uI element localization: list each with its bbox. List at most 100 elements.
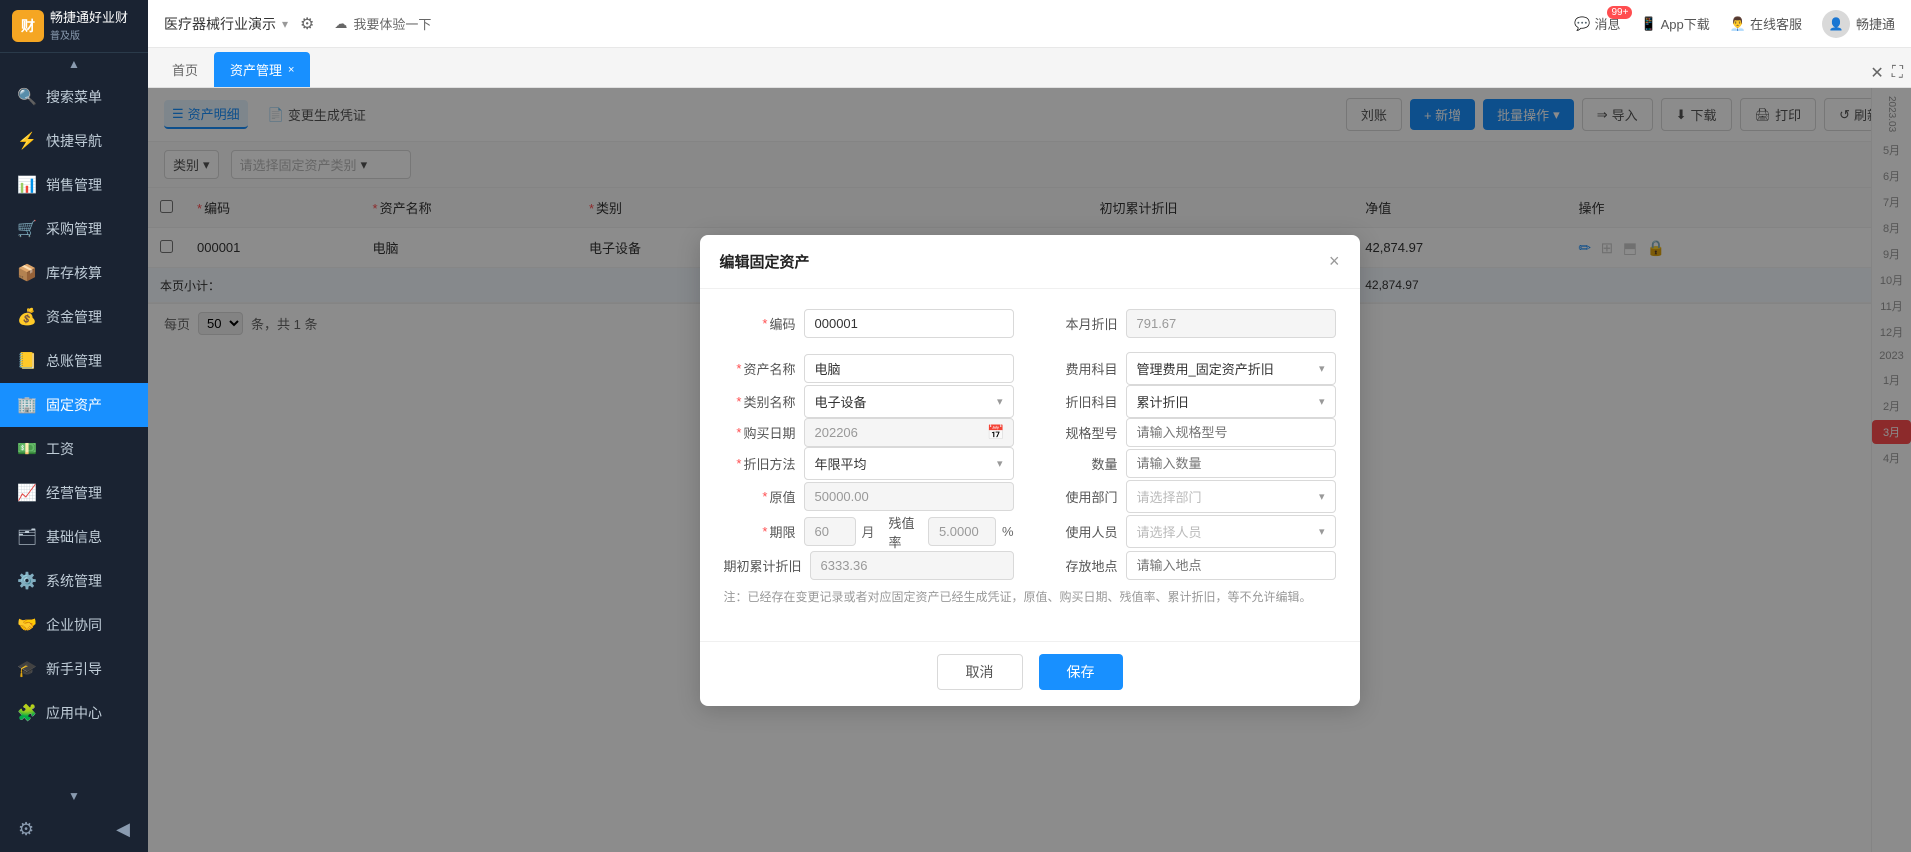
purchase-date-control: 📅 (804, 418, 1014, 447)
sidebar-item-payroll[interactable]: 💵 工资 (0, 427, 148, 471)
topbar-dropdown-arrow[interactable]: ▾ (282, 17, 288, 31)
chevron-down-icon: ▾ (1319, 525, 1325, 538)
sidebar-item-general[interactable]: 📒 总账管理 (0, 339, 148, 383)
sidebar-item-fixed-assets[interactable]: 🏢 固定资产 (0, 383, 148, 427)
purchase-icon: 🛒 (18, 220, 36, 238)
storage-location-input[interactable] (1126, 551, 1336, 580)
sidebar-item-enterprise[interactable]: 🤝 企业协同 (0, 603, 148, 647)
app-center-icon: 🧩 (18, 704, 36, 722)
modal-close-button[interactable]: × (1329, 251, 1340, 272)
tab-asset-management[interactable]: 资产管理 × (214, 52, 310, 87)
online-service-button[interactable]: 👨‍💼 在线客服 (1730, 14, 1802, 33)
chevron-down-icon: ▾ (1319, 362, 1325, 375)
expand-window-icon[interactable]: ⛶ (1892, 64, 1903, 82)
code-label: * 编码 (724, 314, 796, 333)
residual-rate-label: 残值率 (889, 513, 922, 551)
sidebar-scroll-up[interactable]: ▲ (0, 53, 148, 75)
asset-name-input[interactable] (804, 354, 1014, 383)
initial-dep-input[interactable] (810, 551, 1014, 580)
sidebar-item-label: 企业协同 (46, 615, 102, 635)
month-dep-input[interactable] (1126, 309, 1336, 338)
form-item-initial-dep: 期初累计折旧 (724, 551, 1014, 580)
collapse-icon[interactable]: ◀ (116, 819, 130, 840)
initial-dep-control (810, 551, 1014, 580)
dep-account-label: 折旧科目 (1046, 392, 1118, 411)
quantity-input[interactable] (1126, 449, 1336, 478)
form-item-month-dep: 本月折旧 (1046, 309, 1336, 338)
period-unit: 月 (862, 522, 875, 541)
close-window-icon[interactable]: ✕ (1870, 63, 1883, 83)
month-dep-control (1126, 309, 1336, 338)
spec-input[interactable] (1126, 418, 1336, 447)
sidebar-item-label: 系统管理 (46, 571, 102, 591)
modal-title: 编辑固定资产 (720, 251, 810, 272)
sidebar-item-search[interactable]: 🔍 搜索菜单 (0, 75, 148, 119)
sidebar-item-label: 工资 (46, 439, 74, 459)
expense-account-control: 管理费用_固定资产折旧 ▾ (1126, 352, 1336, 385)
sidebar-item-sales[interactable]: 📊 销售管理 (0, 163, 148, 207)
sidebar-item-label: 采购管理 (46, 219, 102, 239)
sidebar-item-finance[interactable]: 💰 资金管理 (0, 295, 148, 339)
asset-name-label: * 资产名称 (724, 359, 796, 378)
sidebar-item-purchase[interactable]: 🛒 采购管理 (0, 207, 148, 251)
sidebar-item-basic-info[interactable]: 🗂 基础信息 (0, 515, 148, 559)
chevron-down-icon: ▾ (997, 395, 1003, 408)
sidebar-nav: 🔍 搜索菜单 ⚡ 快捷导航 📊 销售管理 🛒 采购管理 📦 库存核算 💰 资金管… (0, 75, 148, 785)
category-label: * 类别名称 (724, 392, 796, 411)
dep-method-control: 年限平均 ▾ (804, 447, 1014, 480)
expense-account-select[interactable]: 管理费用_固定资产折旧 ▾ (1126, 352, 1336, 385)
spec-control (1126, 418, 1336, 447)
form-item-department: 使用部门 请选择部门 ▾ (1046, 480, 1336, 513)
form-item-code: * 编码 (724, 309, 1014, 338)
sidebar-item-label: 快捷导航 (46, 131, 102, 151)
sidebar-item-inventory[interactable]: 📦 库存核算 (0, 251, 148, 295)
topbar-gear-icon[interactable]: ⚙ (300, 14, 314, 34)
app-download-button[interactable]: 📱 App下载 (1640, 14, 1709, 33)
form-item-original-value: * 原值 (724, 480, 1014, 513)
residual-rate-unit: % (1002, 524, 1014, 539)
period-input[interactable] (804, 517, 856, 546)
user-profile[interactable]: 👤 畅捷通 (1822, 10, 1895, 38)
download-icon: 📱 (1640, 16, 1656, 32)
sidebar: 财 畅捷通好业财 普及版 ▲ 🔍 搜索菜单 ⚡ 快捷导航 📊 销售管理 🛒 采购… (0, 0, 148, 852)
sidebar-settings[interactable]: ⚙ ◀ (0, 807, 148, 852)
department-control: 请选择部门 ▾ (1126, 480, 1336, 513)
initial-dep-label: 期初累计折旧 (724, 556, 802, 575)
tab-close-icon[interactable]: × (288, 64, 294, 76)
personnel-select[interactable]: 请选择人员 ▾ (1126, 515, 1336, 548)
sidebar-item-quick-nav[interactable]: ⚡ 快捷导航 (0, 119, 148, 163)
modal-note: 注：已经存在变更记录或者对应固定资产已经生成凭证，原值、购买日期、残值率、累计折… (724, 588, 1336, 605)
original-value-input[interactable] (804, 482, 1014, 511)
sidebar-item-app-center[interactable]: 🧩 应用中心 (0, 691, 148, 735)
purchase-date-input[interactable] (805, 419, 980, 446)
chevron-down-icon: ▾ (1319, 395, 1325, 408)
fixed-assets-icon: 🏢 (18, 396, 36, 414)
save-button[interactable]: 保存 (1039, 654, 1123, 690)
message-button[interactable]: 💬 消息 99+ (1574, 14, 1620, 33)
department-select[interactable]: 请选择部门 ▾ (1126, 480, 1336, 513)
dep-account-select[interactable]: 累计折旧 ▾ (1126, 385, 1336, 418)
dep-method-select[interactable]: 年限平均 ▾ (804, 447, 1014, 480)
personnel-control: 请选择人员 ▾ (1126, 515, 1336, 548)
topbar-app-title: 医疗器械行业演示 (164, 14, 276, 34)
code-control (804, 309, 1014, 338)
category-control: 电子设备 ▾ (804, 385, 1014, 418)
sidebar-item-guide[interactable]: 🎓 新手引导 (0, 647, 148, 691)
calendar-icon[interactable]: 📅 (979, 424, 1012, 441)
residual-rate-input[interactable] (928, 517, 996, 546)
code-input[interactable] (804, 309, 1014, 338)
category-select-input[interactable]: 电子设备 ▾ (804, 385, 1014, 418)
main-area: 医疗器械行业演示 ▾ ⚙ ☁ 我要体验一下 💬 消息 99+ 📱 App下载 👨… (148, 0, 1911, 852)
sidebar-item-system[interactable]: ⚙️ 系统管理 (0, 559, 148, 603)
sidebar-scroll-down[interactable]: ▼ (0, 785, 148, 807)
sidebar-item-operations[interactable]: 📈 经营管理 (0, 471, 148, 515)
cancel-button[interactable]: 取消 (937, 654, 1023, 690)
quick-nav-icon: ⚡ (18, 132, 36, 150)
topbar-cloud-btn[interactable]: ☁ 我要体验一下 (334, 14, 431, 33)
cloud-icon: ☁ (334, 16, 347, 32)
avatar: 👤 (1822, 10, 1850, 38)
operations-icon: 📈 (18, 484, 36, 502)
settings-icon[interactable]: ⚙ (18, 819, 34, 840)
personnel-label: 使用人员 (1046, 522, 1118, 541)
tab-home[interactable]: 首页 (156, 52, 214, 87)
